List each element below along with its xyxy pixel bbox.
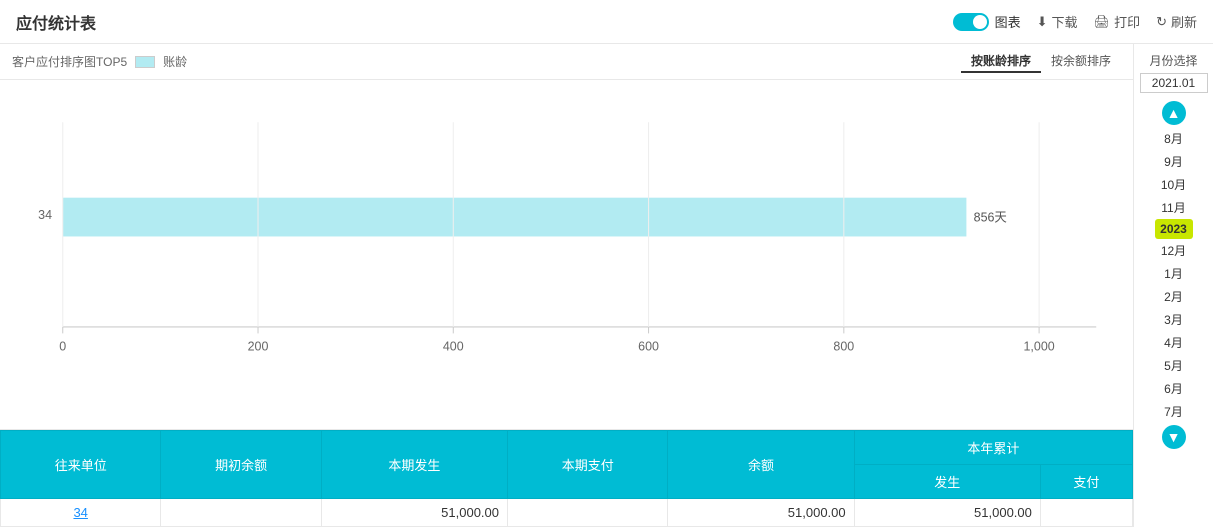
table-wrapper: 往来单位 期初余额 本期发生 本期支付 余额 本年累计 发生 支付 <box>0 430 1133 527</box>
refresh-label: 刷新 <box>1171 12 1197 31</box>
col-header-ytd-occur: 发生 <box>854 465 1040 499</box>
download-icon: ⬇ <box>1037 14 1048 30</box>
chart-legend: 客户应付排序图TOP5 账龄 <box>12 53 187 70</box>
download-button[interactable]: ⬇ 下载 <box>1037 12 1078 31</box>
col-header-unit: 往来单位 <box>1 431 161 499</box>
svg-text:1,000: 1,000 <box>1024 339 1055 353</box>
print-button[interactable]: 🖨 打印 <box>1094 12 1141 31</box>
chart-area: 34 856天 0 200 400 <box>0 80 1133 429</box>
chart-sort-buttons: 按账龄排序 按余额排序 <box>961 50 1121 73</box>
svg-text:400: 400 <box>443 339 464 353</box>
month-item-5[interactable]: 5月 <box>1134 354 1213 377</box>
month-item-6[interactable]: 6月 <box>1134 377 1213 400</box>
data-table: 往来单位 期初余额 本期发生 本期支付 余额 本年累计 发生 支付 <box>0 430 1133 527</box>
header-actions: 图表 ⬇ 下载 🖨 打印 ↻ 刷新 <box>953 12 1197 31</box>
col-header-opening: 期初余额 <box>161 431 321 499</box>
page-header: 应付统计表 图表 ⬇ 下载 🖨 打印 ↻ 刷新 <box>0 0 1213 44</box>
col-header-ytd-pay: 支付 <box>1040 465 1132 499</box>
month-item-4[interactable]: 4月 <box>1134 331 1213 354</box>
scroll-up-button[interactable]: ▲ <box>1162 101 1186 125</box>
print-label: 打印 <box>1114 12 1140 31</box>
month-item-1[interactable]: 1月 <box>1134 262 1213 285</box>
svg-text:600: 600 <box>638 339 659 353</box>
svg-text:0: 0 <box>59 339 66 353</box>
svg-text:200: 200 <box>248 339 269 353</box>
cell-ytd-pay <box>1040 499 1132 527</box>
month-item-11[interactable]: 11月 <box>1134 196 1213 219</box>
page-title: 应付统计表 <box>16 10 96 34</box>
table-section: 往来单位 期初余额 本期发生 本期支付 余额 本年累计 发生 支付 <box>0 429 1133 527</box>
cell-balance: 51,000.00 <box>668 499 854 527</box>
chart-toggle-wrap: 图表 <box>953 12 1021 31</box>
month-item-12[interactable]: 12月 <box>1134 239 1213 262</box>
unit-link[interactable]: 34 <box>73 505 87 520</box>
chart-toggle[interactable] <box>953 13 989 31</box>
svg-text:34: 34 <box>38 208 52 222</box>
cell-unit: 34 <box>1 499 161 527</box>
year-input[interactable] <box>1140 73 1208 93</box>
svg-text:856天: 856天 <box>974 210 1008 224</box>
download-label: 下载 <box>1052 12 1078 31</box>
svg-text:800: 800 <box>833 339 854 353</box>
col-header-balance: 余额 <box>668 431 854 499</box>
legend-box <box>135 56 155 68</box>
cell-opening <box>161 499 321 527</box>
sort-by-balance-button[interactable]: 按余额排序 <box>1041 50 1121 73</box>
cell-ytd-occur: 51,000.00 <box>854 499 1040 527</box>
content-area: 客户应付排序图TOP5 账龄 按账龄排序 按余额排序 34 856天 <box>0 44 1213 527</box>
print-icon: 🖨 <box>1094 14 1111 30</box>
table-row: 34 51,000.00 51,000.00 51,000.00 <box>1 499 1133 527</box>
chart-label: 图表 <box>995 12 1021 31</box>
month-item-3[interactable]: 3月 <box>1134 308 1213 331</box>
scroll-down-button[interactable]: ▼ <box>1162 425 1186 449</box>
right-sidebar: 月份选择 ▲ 8月 9月 10月 11月 2023 12月 1月 2月 3月 4… <box>1133 44 1213 527</box>
refresh-icon: ↻ <box>1156 14 1167 30</box>
month-list: 8月 9月 10月 11月 2023 12月 1月 2月 3月 4月 5月 6月… <box>1134 127 1213 423</box>
month-item-2[interactable]: 2月 <box>1134 285 1213 308</box>
sort-by-age-button[interactable]: 按账龄排序 <box>961 50 1041 73</box>
sidebar-label: 月份选择 <box>1149 52 1197 69</box>
chart-toolbar: 客户应付排序图TOP5 账龄 按账龄排序 按余额排序 <box>0 44 1133 80</box>
legend-box-label: 账龄 <box>163 53 187 70</box>
col-header-current-occur: 本期发生 <box>321 431 507 499</box>
col-header-ytd-group: 本年累计 <box>854 431 1132 465</box>
col-header-current-pay: 本期支付 <box>508 431 668 499</box>
month-item-10[interactable]: 10月 <box>1134 173 1213 196</box>
bar-chart: 34 856天 0 200 400 <box>16 90 1117 370</box>
cell-current-occur: 51,000.00 <box>321 499 507 527</box>
month-item-9[interactable]: 9月 <box>1134 150 1213 173</box>
cell-current-pay <box>508 499 668 527</box>
refresh-button[interactable]: ↻ 刷新 <box>1156 12 1197 31</box>
month-item-8[interactable]: 8月 <box>1134 127 1213 150</box>
year-2023-marker: 2023 <box>1155 219 1193 239</box>
month-item-7[interactable]: 7月 <box>1134 400 1213 423</box>
legend-text: 客户应付排序图TOP5 <box>12 53 127 70</box>
chart-section: 客户应付排序图TOP5 账龄 按账龄排序 按余额排序 34 856天 <box>0 44 1133 527</box>
